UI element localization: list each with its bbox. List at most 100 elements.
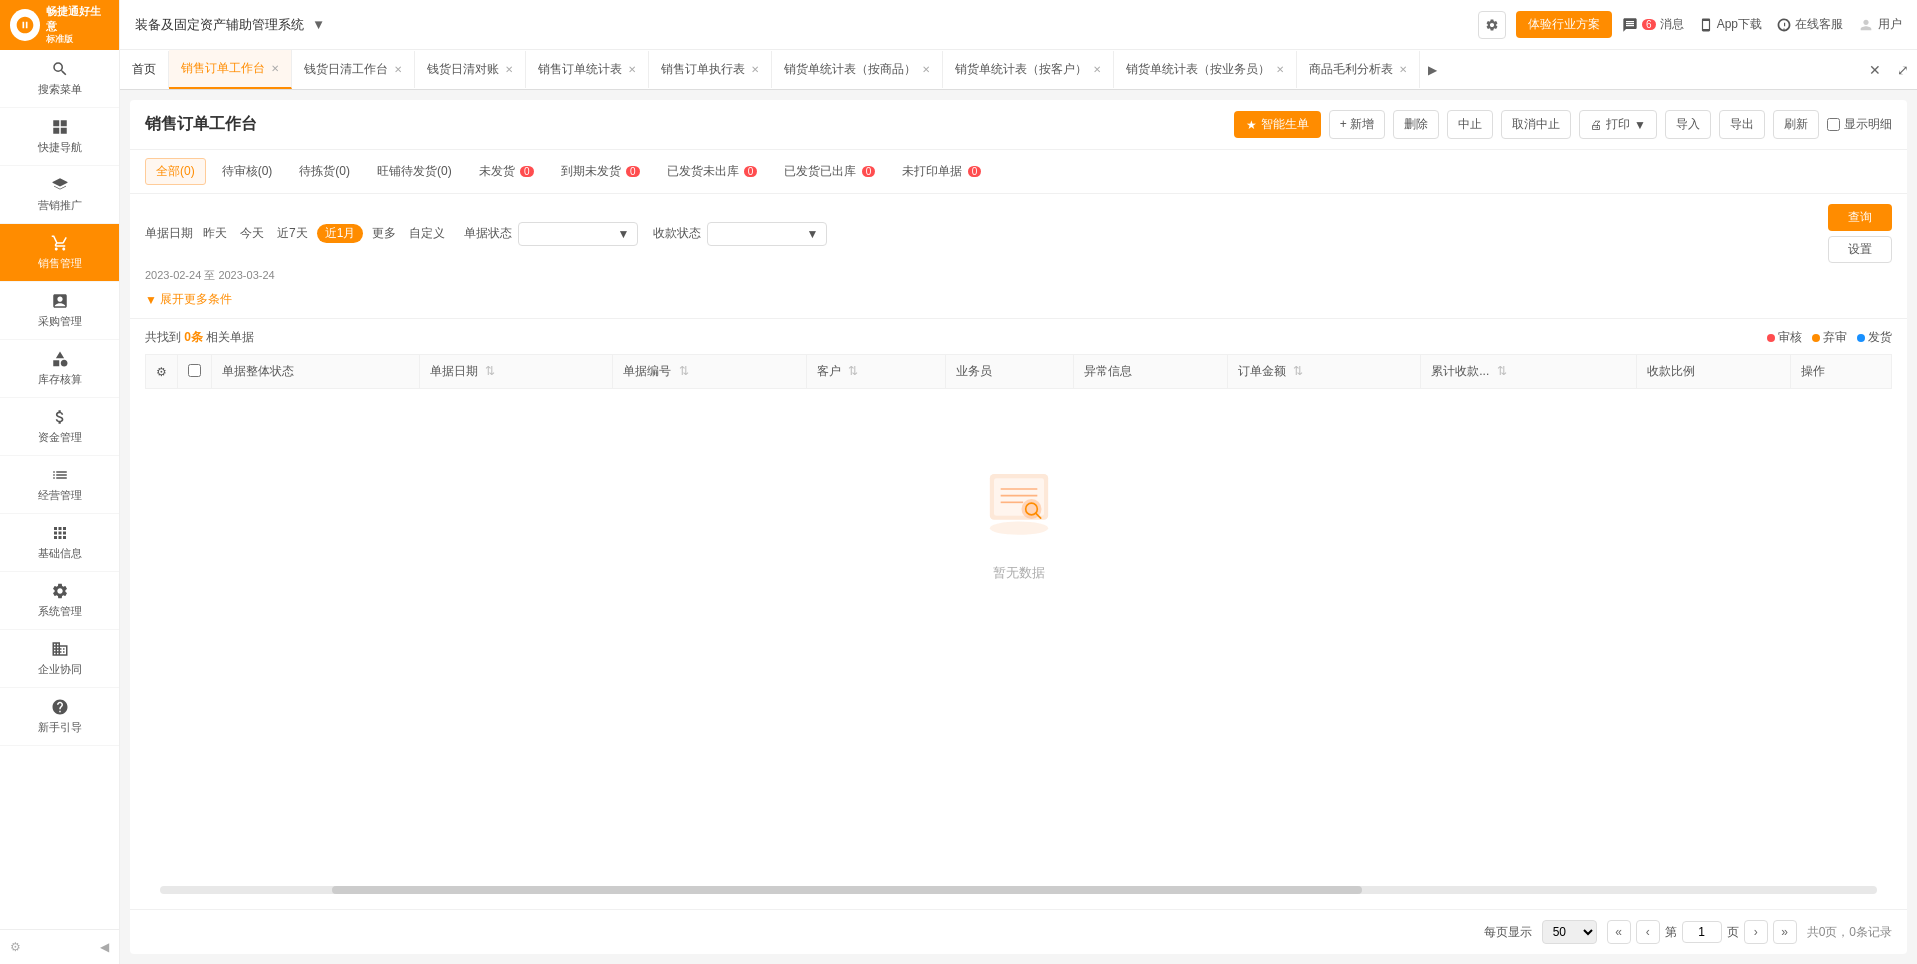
tab-expand-btn[interactable]: ⤢ xyxy=(1889,62,1917,78)
table-scroll-container[interactable]: ⚙ 单据整体状态 单据日期 ⇅ xyxy=(145,354,1892,881)
app-download-btn[interactable]: App下载 xyxy=(1699,16,1762,33)
status-tab-not-shipped[interactable]: 未发货 0 xyxy=(468,158,545,185)
show-detail-label[interactable]: 显示明细 xyxy=(1827,116,1892,133)
sidebar-item-enterprise[interactable]: 企业协同 xyxy=(0,630,119,688)
tab-home[interactable]: 首页 xyxy=(120,51,169,88)
tab-cash-reconcile-close[interactable]: ✕ xyxy=(505,64,513,75)
sidebar-settings-btn[interactable]: ⚙ xyxy=(10,940,21,954)
tab-more-btn[interactable]: ▶ xyxy=(1420,63,1445,77)
sidebar-item-marketing[interactable]: 营销推广 xyxy=(0,166,119,224)
col-settings: ⚙ xyxy=(146,355,178,389)
status-tab-all[interactable]: 全部(0) xyxy=(145,158,206,185)
tab-sales-stats-close[interactable]: ✕ xyxy=(628,64,636,75)
sidebar-collapse-btn[interactable]: ◀ xyxy=(100,940,109,954)
sidebar-item-inventory[interactable]: 库存核算 xyxy=(0,340,119,398)
message-btn[interactable]: 6 消息 xyxy=(1622,16,1684,33)
quick-ship-btn[interactable]: 发货 xyxy=(1857,329,1892,346)
tab-gross-profit-close[interactable]: ✕ xyxy=(1399,64,1407,75)
online-service-btn[interactable]: 在线客服 xyxy=(1777,16,1843,33)
svg-point-0 xyxy=(989,522,1047,535)
sidebar-item-purchase[interactable]: 采购管理 xyxy=(0,282,119,340)
date-opt-today[interactable]: 今天 xyxy=(236,223,268,244)
scrollbar-thumb[interactable] xyxy=(332,886,1362,894)
sidebar-item-operations[interactable]: 经营管理 xyxy=(0,456,119,514)
tab-sales-summary-product-close[interactable]: ✕ xyxy=(922,64,930,75)
first-page-btn[interactable]: « xyxy=(1607,920,1631,944)
status-tab-overdue[interactable]: 到期未发货 0 xyxy=(550,158,651,185)
tab-sales-summary-staff[interactable]: 销货单统计表（按业务员） ✕ xyxy=(1114,51,1297,88)
tab-cash-reconcile[interactable]: 钱货日清对账 ✕ xyxy=(415,51,526,88)
payment-select[interactable]: ▼ xyxy=(707,222,827,246)
empty-text: 暂无数据 xyxy=(993,564,1045,582)
sidebar-item-basic[interactable]: 基础信息 xyxy=(0,514,119,572)
status-tab-pending-review[interactable]: 待审核(0) xyxy=(211,158,284,185)
status-tab-shipped-out[interactable]: 已发货已出库 0 xyxy=(773,158,886,185)
status-select[interactable]: ▼ xyxy=(518,222,638,246)
collected-sort-icon[interactable]: ⇅ xyxy=(1497,364,1507,378)
select-all-checkbox[interactable] xyxy=(188,364,201,377)
expand-btn[interactable]: ▼ 展开更多条件 xyxy=(145,291,1892,308)
export-btn[interactable]: 导出 xyxy=(1719,110,1765,139)
sidebar-item-search[interactable]: 搜索菜单 xyxy=(0,50,119,108)
tab-sales-exec[interactable]: 销售订单执行表 ✕ xyxy=(649,51,772,88)
status-tab-shipped-not-out[interactable]: 已发货未出库 0 xyxy=(656,158,769,185)
tab-gross-profit[interactable]: 商品毛利分析表 ✕ xyxy=(1297,51,1420,88)
number-sort-icon[interactable]: ⇅ xyxy=(679,364,689,378)
print-btn[interactable]: 🖨 打印 ▼ xyxy=(1579,110,1657,139)
topbar-gear-btn[interactable] xyxy=(1478,11,1506,39)
tab-cash-daily[interactable]: 钱货日清工作台 ✕ xyxy=(292,51,415,88)
user-menu-btn[interactable]: 用户 xyxy=(1858,16,1902,33)
tab-cash-daily-close[interactable]: ✕ xyxy=(394,64,402,75)
tab-close-all-btn[interactable]: ✕ xyxy=(1861,62,1889,78)
sidebar-item-system[interactable]: 系统管理 xyxy=(0,572,119,630)
quick-review-btn[interactable]: 审核 xyxy=(1767,329,1802,346)
pause-btn[interactable]: 中止 xyxy=(1447,110,1493,139)
page-size-select[interactable]: 50 10 20 100 xyxy=(1542,920,1597,944)
date-sort-icon[interactable]: ⇅ xyxy=(485,364,495,378)
sidebar-item-quick-nav[interactable]: 快捷导航 xyxy=(0,108,119,166)
logo-sub: 标准版 xyxy=(46,33,109,46)
import-btn[interactable]: 导入 xyxy=(1665,110,1711,139)
delete-btn[interactable]: 删除 xyxy=(1393,110,1439,139)
amount-sort-icon[interactable]: ⇅ xyxy=(1293,364,1303,378)
shipped-not-out-badge: 0 xyxy=(744,166,758,177)
cancel-pause-btn[interactable]: 取消中止 xyxy=(1501,110,1571,139)
tab-sales-exec-close[interactable]: ✕ xyxy=(751,64,759,75)
quick-abandon-btn[interactable]: 弃审 xyxy=(1812,329,1847,346)
refresh-btn[interactable]: 刷新 xyxy=(1773,110,1819,139)
tab-sales-summary-customer-close[interactable]: ✕ xyxy=(1093,64,1101,75)
horizontal-scrollbar[interactable] xyxy=(160,886,1877,894)
sidebar-item-guide[interactable]: 新手引导 xyxy=(0,688,119,746)
customer-sort-icon[interactable]: ⇅ xyxy=(848,364,858,378)
date-opt-1month[interactable]: 近1月 xyxy=(317,224,364,243)
query-btn[interactable]: 查询 xyxy=(1828,204,1892,231)
sidebar: 畅捷通好生意 标准版 搜索菜单 快捷导航 营销推广 销售管理 采购管理 xyxy=(0,0,120,964)
setting-btn[interactable]: 设置 xyxy=(1828,236,1892,263)
smart-create-btn[interactable]: ★ 智能生单 xyxy=(1234,111,1321,138)
tab-sales-stats[interactable]: 销售订单统计表 ✕ xyxy=(526,51,649,88)
date-opt-yesterday[interactable]: 昨天 xyxy=(199,223,231,244)
add-btn[interactable]: + 新增 xyxy=(1329,110,1385,139)
last-page-btn[interactable]: » xyxy=(1773,920,1797,944)
status-tab-wangpu[interactable]: 旺铺待发货(0) xyxy=(366,158,463,185)
industry-btn[interactable]: 体验行业方案 xyxy=(1516,11,1612,38)
system-dropdown-btn[interactable]: ▼ xyxy=(312,17,325,32)
date-opt-custom[interactable]: 自定义 xyxy=(405,223,449,244)
sidebar-item-finance[interactable]: 资金管理 xyxy=(0,398,119,456)
show-detail-checkbox[interactable] xyxy=(1827,118,1840,131)
page-input[interactable] xyxy=(1682,921,1722,943)
status-tab-pending-inspect[interactable]: 待拣货(0) xyxy=(288,158,361,185)
status-tab-not-printed[interactable]: 未打印单据 0 xyxy=(891,158,992,185)
tab-sales-order[interactable]: 销售订单工作台 ✕ xyxy=(169,50,292,89)
tab-sales-summary-customer[interactable]: 销货单统计表（按客户） ✕ xyxy=(943,51,1114,88)
date-opt-more[interactable]: 更多 xyxy=(368,223,400,244)
tab-sales-summary-product[interactable]: 销货单统计表（按商品） ✕ xyxy=(772,51,943,88)
sidebar-item-sales[interactable]: 销售管理 xyxy=(0,224,119,282)
workbench-actions: ★ 智能生单 + 新增 删除 中止 取消中止 xyxy=(1234,110,1892,139)
sidebar-label-sales: 销售管理 xyxy=(38,256,82,271)
tab-sales-summary-staff-close[interactable]: ✕ xyxy=(1276,64,1284,75)
date-opt-7days[interactable]: 近7天 xyxy=(273,223,312,244)
tab-sales-order-close[interactable]: ✕ xyxy=(271,63,279,74)
next-page-btn[interactable]: › xyxy=(1744,920,1768,944)
prev-page-btn[interactable]: ‹ xyxy=(1636,920,1660,944)
